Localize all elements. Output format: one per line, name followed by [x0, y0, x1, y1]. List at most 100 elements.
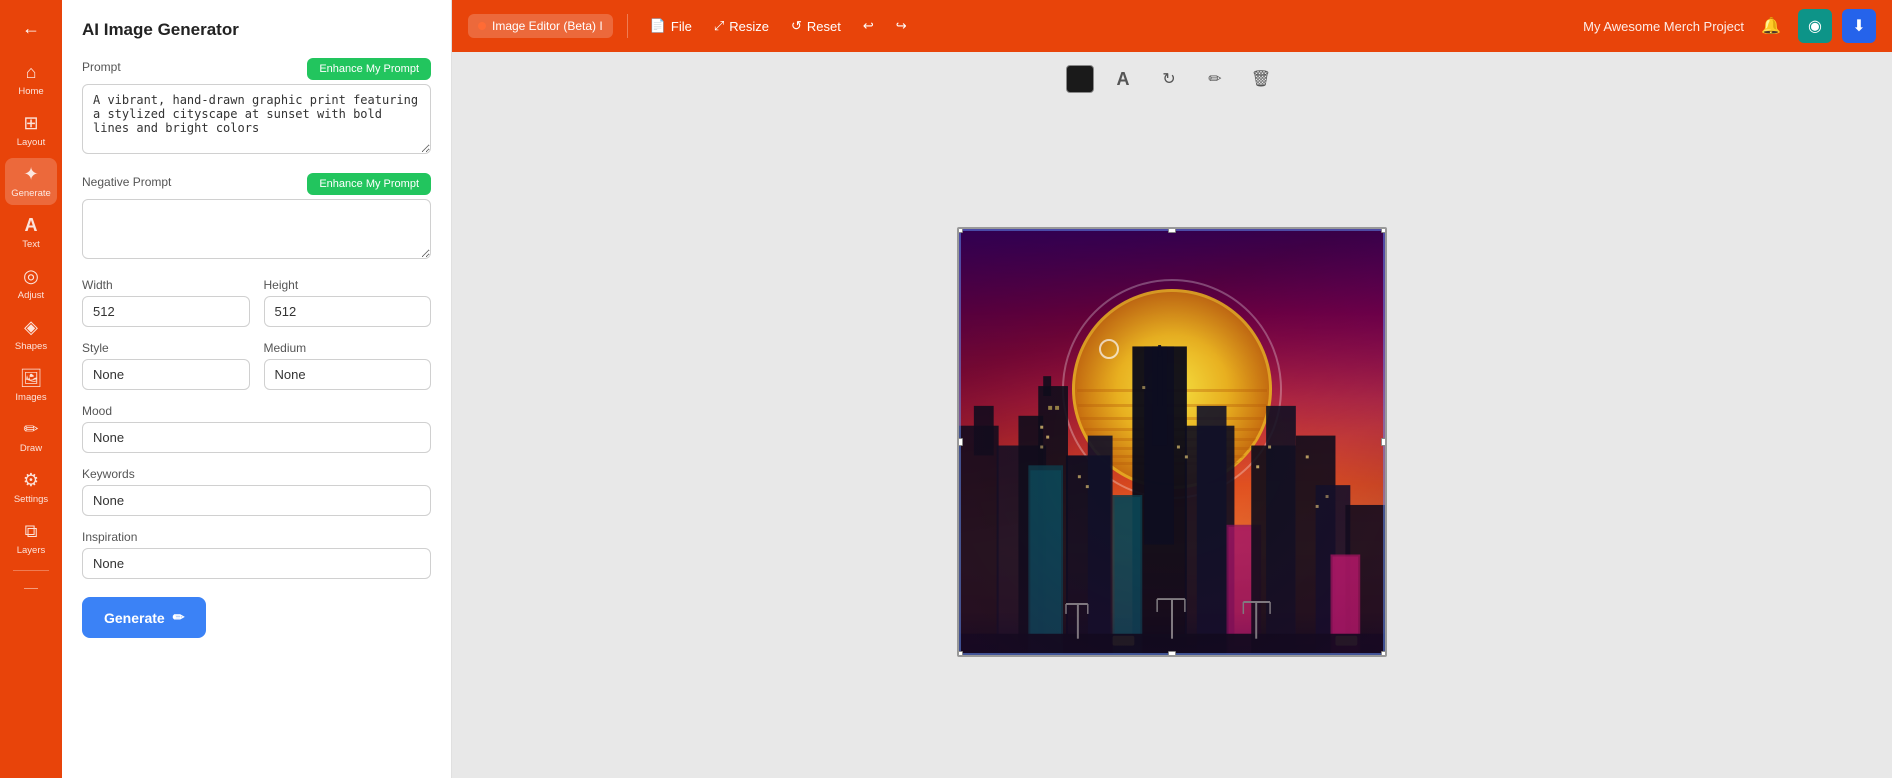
home-icon: ⌂ [26, 62, 37, 83]
file-label: File [671, 19, 692, 34]
resize-action[interactable]: ⤢ Resize [706, 14, 777, 38]
style-label: Style [82, 341, 250, 355]
project-name: My Awesome Merch Project [1583, 19, 1744, 34]
sidebar-item-text[interactable]: A Text [5, 209, 57, 256]
generate-icon: ✏ [173, 609, 185, 626]
redo-icon: ↪ [896, 18, 907, 34]
sidebar-item-settings[interactable]: ⚙ Settings [5, 464, 57, 511]
generate-icon: ✦ [23, 164, 38, 185]
handle-bl[interactable] [957, 651, 963, 657]
rotate-tool[interactable]: ↻ [1152, 62, 1186, 96]
file-icon: 📄 [650, 18, 666, 34]
sidebar-item-label: Images [15, 392, 46, 403]
redo-action[interactable]: ↪ [888, 14, 915, 38]
canvas-content[interactable] [452, 106, 1892, 778]
enhance-negative-prompt-button[interactable]: Enhance My Prompt [307, 173, 431, 195]
back-button[interactable]: ← [13, 10, 49, 46]
width-label: Width [82, 278, 250, 292]
reset-action[interactable]: ↺ Reset [783, 14, 849, 38]
inspiration-input[interactable] [82, 548, 431, 579]
sidebar-item-draw[interactable]: ✏ Draw [5, 413, 57, 460]
left-panel: AI Image Generator Prompt Enhance My Pro… [62, 0, 452, 778]
handle-tm[interactable] [1168, 227, 1176, 233]
mood-field: Mood [82, 404, 431, 453]
layers-icon: ⧉ [25, 521, 38, 542]
text-tool[interactable]: A [1106, 62, 1140, 96]
shapes-icon: ◈ [24, 317, 38, 338]
brush-tool[interactable]: ✏ [1198, 62, 1232, 96]
negative-prompt-label: Negative Prompt [82, 175, 171, 189]
handle-mr[interactable] [1381, 438, 1387, 446]
download-icon: ⬇ [1852, 16, 1865, 36]
width-field: Width [82, 278, 250, 327]
prompt-header-row: Prompt Enhance My Prompt [82, 58, 431, 80]
generate-button[interactable]: Generate ✏ [82, 597, 206, 638]
delete-icon: 🗑 [1251, 69, 1271, 89]
image-editor-tab[interactable]: Image Editor (Beta) I [468, 14, 613, 38]
handle-br[interactable] [1381, 651, 1387, 657]
handle-ml[interactable] [957, 438, 963, 446]
settings-icon: ⚙ [23, 470, 39, 491]
sidebar-item-images[interactable]: 🖼 Images [5, 362, 57, 409]
vignette-overlay [959, 229, 1385, 655]
width-input[interactable] [82, 296, 250, 327]
main-area: Image Editor (Beta) I 📄 File ⤢ Resize ↺ … [452, 0, 1892, 778]
palette-button[interactable]: ◉ [1798, 9, 1832, 43]
enhance-prompt-button[interactable]: Enhance My Prompt [307, 58, 431, 80]
negative-prompt-section: Negative Prompt Enhance My Prompt [82, 173, 431, 264]
handle-tr[interactable] [1381, 227, 1387, 233]
topbar-separator [627, 14, 628, 38]
sidebar-item-label: Shapes [15, 341, 47, 352]
reset-icon: ↺ [791, 18, 802, 34]
file-action[interactable]: 📄 File [642, 14, 700, 38]
tab-label: Image Editor (Beta) I [492, 19, 603, 33]
text-icon: A [25, 215, 38, 236]
notifications-button[interactable]: 🔔 [1754, 9, 1788, 43]
keywords-field: Keywords [82, 467, 431, 516]
topbar-left: Image Editor (Beta) I 📄 File ⤢ Resize ↺ … [468, 14, 1583, 38]
prompt-label: Prompt [82, 60, 121, 74]
sidebar-item-adjust[interactable]: ◎ Adjust [5, 260, 57, 307]
undo-icon: ↩ [863, 18, 874, 34]
sidebar-item-generate[interactable]: ✦ Generate [5, 158, 57, 205]
rotate-icon: ↻ [1162, 69, 1175, 89]
sidebar-item-home[interactable]: ⌂ Home [5, 56, 57, 103]
sidebar-divider [13, 570, 49, 571]
negative-prompt-textarea[interactable] [82, 199, 431, 259]
medium-field: Medium [264, 341, 432, 390]
adjust-icon: ◎ [23, 266, 39, 287]
dimensions-row: Width Height [82, 278, 431, 327]
resize-label: Resize [729, 19, 769, 34]
inspiration-label: Inspiration [82, 530, 431, 544]
height-input[interactable] [264, 296, 432, 327]
sidebar-item-layout[interactable]: ⊞ Layout [5, 107, 57, 154]
style-input[interactable] [82, 359, 250, 390]
text-tool-icon: A [1117, 69, 1130, 90]
medium-input[interactable] [264, 359, 432, 390]
color-swatch[interactable] [1066, 65, 1094, 93]
height-label: Height [264, 278, 432, 292]
mood-input[interactable] [82, 422, 431, 453]
topbar-right: My Awesome Merch Project 🔔 ◉ ⬇ [1583, 9, 1876, 43]
delete-tool[interactable]: 🗑 [1244, 62, 1278, 96]
mood-label: Mood [82, 404, 431, 418]
handle-bm[interactable] [1168, 651, 1176, 657]
medium-label: Medium [264, 341, 432, 355]
notifications-icon: 🔔 [1761, 16, 1781, 36]
sidebar-item-label: Layers [17, 545, 46, 556]
topbar: Image Editor (Beta) I 📄 File ⤢ Resize ↺ … [452, 0, 1892, 52]
palette-icon: ◉ [1808, 16, 1822, 36]
prompt-textarea[interactable]: A vibrant, hand-drawn graphic print feat… [82, 84, 431, 154]
canvas-toolbar: A ↻ ✏ 🗑 [1050, 52, 1294, 106]
keywords-input[interactable] [82, 485, 431, 516]
style-field: Style [82, 341, 250, 390]
sidebar-item-label: Adjust [18, 290, 44, 301]
resize-icon: ⤢ [714, 18, 724, 34]
undo-action[interactable]: ↩ [855, 14, 882, 38]
download-button[interactable]: ⬇ [1842, 9, 1876, 43]
sidebar-item-shapes[interactable]: ◈ Shapes [5, 311, 57, 358]
handle-tl[interactable] [957, 227, 963, 233]
sidebar-item-layers[interactable]: ⧉ Layers [5, 515, 57, 562]
keywords-label: Keywords [82, 467, 431, 481]
sidebar: ← ⌂ Home ⊞ Layout ✦ Generate A Text ◎ Ad… [0, 0, 62, 778]
